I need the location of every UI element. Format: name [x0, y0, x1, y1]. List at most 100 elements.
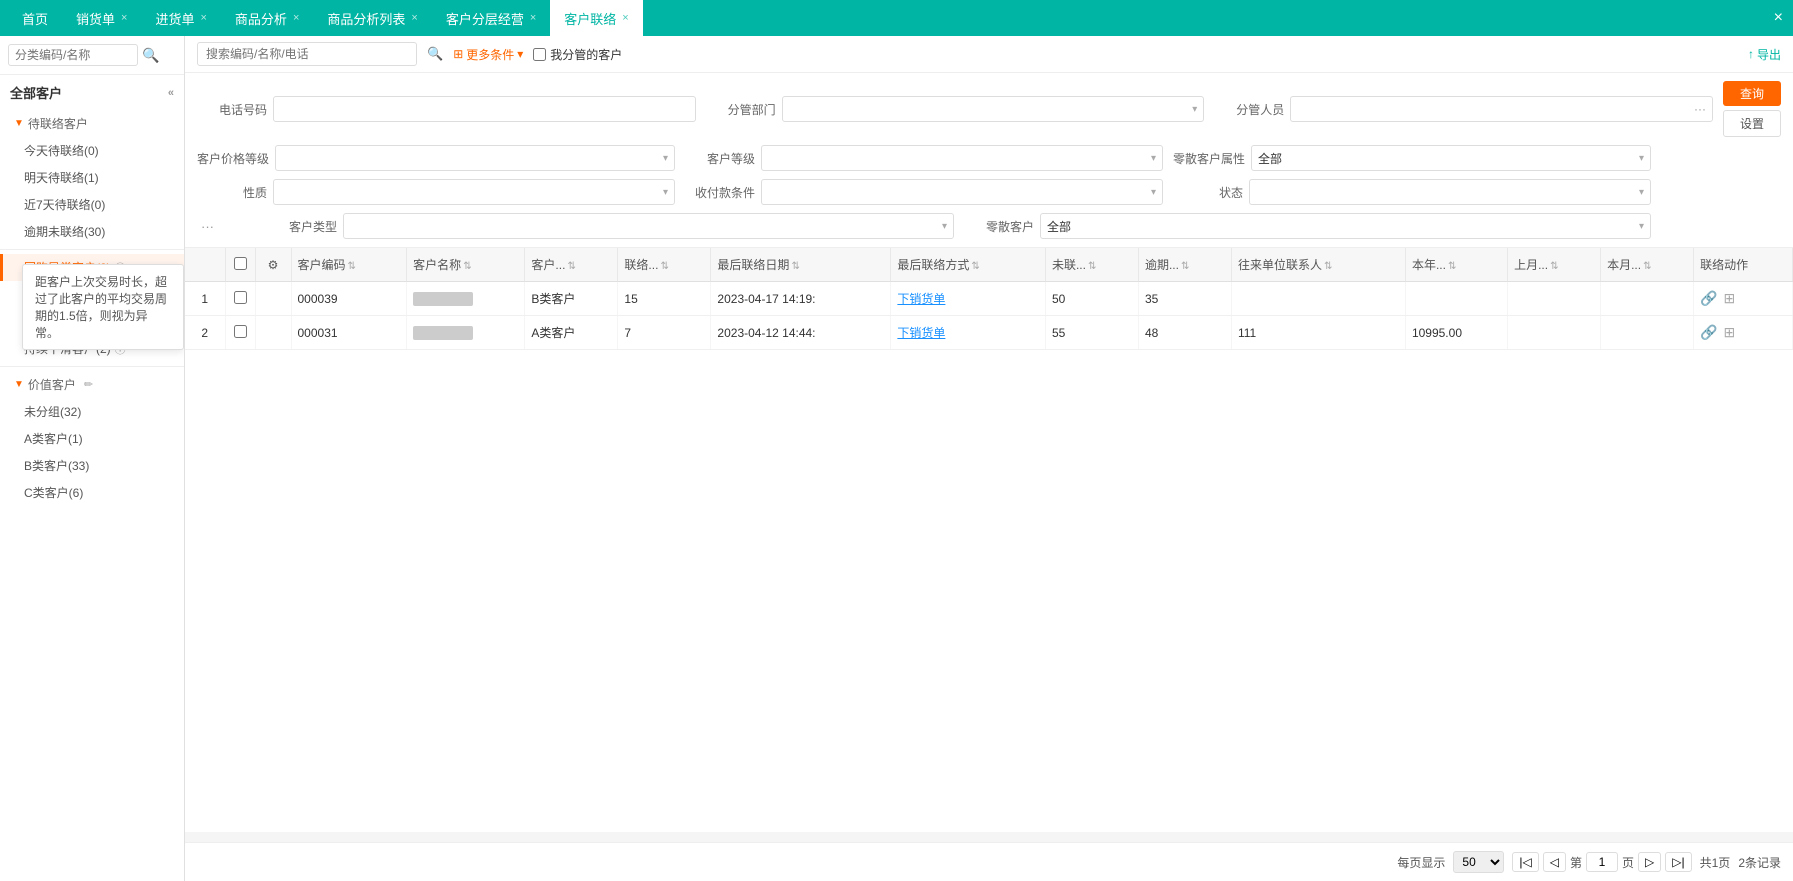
contact-link-icon[interactable]: 🔗 — [1700, 290, 1717, 307]
query-button[interactable]: 查询 — [1723, 81, 1781, 106]
sort-icon[interactable]: ⇅ — [1448, 261, 1456, 272]
export-button[interactable]: ↑ 导出 — [1748, 46, 1781, 63]
page-number-input[interactable] — [1586, 852, 1618, 872]
my-customer-checkbox[interactable] — [533, 48, 546, 61]
sidebar-item-c-class[interactable]: C类客户(6) — [0, 479, 184, 506]
sidebar-item-overdue-uncontacted[interactable]: 逾期未联络(30) — [0, 218, 184, 245]
sort-icon[interactable]: ⇅ — [463, 261, 471, 272]
sort-icon[interactable]: ⇅ — [1181, 261, 1189, 272]
prev-page-button[interactable]: ◁ — [1543, 852, 1566, 872]
retail-customer-select[interactable]: 全部 ▾ — [1040, 213, 1651, 239]
page-size-select[interactable]: 50 100 200 — [1453, 851, 1504, 873]
my-customer-filter[interactable]: 我分管的客户 — [533, 46, 622, 63]
sidebar-item-ungrouped[interactable]: 未分组(32) — [0, 398, 184, 425]
status-select[interactable]: ▾ — [1249, 179, 1651, 205]
pending-contact-group: ▼ 待联络客户 今天待联络(0) 明天待联络(1) 近7天待联络(0) 逾期未联… — [0, 110, 184, 245]
sort-icon[interactable]: ⇅ — [660, 261, 668, 272]
sidebar-item-7days-pending[interactable]: 近7天待联络(0) — [0, 191, 184, 218]
dept-field: 分管部门 ▾ — [706, 96, 1205, 122]
phone-input[interactable] — [273, 96, 696, 122]
price-level-select[interactable]: ▾ — [275, 145, 675, 171]
dots-icon[interactable]: ··· — [1694, 102, 1706, 116]
select-all-checkbox[interactable] — [234, 257, 247, 270]
close-icon[interactable]: × — [622, 12, 628, 24]
edit-icon[interactable]: ✏ — [84, 378, 93, 391]
row-number: 2 — [185, 316, 225, 350]
sort-icon[interactable]: ⇅ — [567, 261, 575, 272]
chevron-down-icon: ▾ — [1639, 221, 1644, 232]
last-contact-method[interactable]: 下销货单 — [891, 282, 1046, 316]
customer-type-select[interactable]: ▾ — [343, 213, 954, 239]
nav-customer-segmentation[interactable]: 客户分层经营 × — [432, 0, 550, 36]
last-page-button[interactable]: ▷| — [1665, 852, 1691, 872]
col-header-no — [185, 248, 225, 282]
horizontal-scrollbar[interactable] — [185, 832, 1793, 842]
row-checkbox[interactable] — [234, 291, 247, 304]
payment-select[interactable]: ▾ — [761, 179, 1163, 205]
close-icon[interactable]: × — [121, 12, 127, 24]
dept-select[interactable]: ▾ — [782, 96, 1205, 122]
last-contact-method[interactable]: 下销货单 — [891, 316, 1046, 350]
sort-icon[interactable]: ⇅ — [971, 261, 979, 272]
sort-icon[interactable]: ⇅ — [791, 261, 799, 272]
customer-name[interactable] — [407, 282, 525, 316]
sidebar-search-input[interactable] — [8, 44, 138, 66]
qr-icon[interactable]: ⊞ — [1724, 290, 1736, 307]
close-icon[interactable]: × — [530, 12, 536, 24]
sort-icon[interactable]: ⇅ — [348, 261, 356, 272]
action-cell: 🔗 ⊞ — [1694, 316, 1793, 350]
sidebar-item-a-class[interactable]: A类客户(1) — [0, 425, 184, 452]
row-checkbox-cell[interactable] — [225, 316, 255, 350]
nav-home[interactable]: 首页 — [8, 0, 62, 36]
nav-sales-order[interactable]: 销货单 × — [62, 0, 141, 36]
sort-icon[interactable]: ⇅ — [1088, 261, 1096, 272]
more-options-dots[interactable]: ··· — [201, 219, 214, 234]
col-header-checkbox[interactable] — [225, 248, 255, 282]
retail-customer-field: 零散客户 全部 ▾ — [964, 213, 1651, 239]
close-icon[interactable]: × — [200, 12, 206, 24]
qr-icon[interactable]: ⊞ — [1724, 324, 1736, 341]
row-checkbox-cell[interactable] — [225, 282, 255, 316]
close-icon[interactable]: × — [411, 12, 417, 24]
sort-icon[interactable]: ⇅ — [1643, 261, 1651, 272]
first-page-button[interactable]: |◁ — [1512, 852, 1538, 872]
blurred-name — [413, 326, 473, 340]
window-close-button[interactable]: × — [1774, 9, 1783, 27]
nature-field: 性质 ▾ — [197, 179, 675, 205]
contact-link-icon[interactable]: 🔗 — [1700, 324, 1717, 341]
this-month-amount — [1601, 282, 1694, 316]
more-conditions-button[interactable]: ⊞ 更多条件 ▾ — [453, 46, 523, 63]
customer-search-input[interactable] — [197, 42, 417, 66]
customer-level-select[interactable]: ▾ — [761, 145, 1163, 171]
filter-row-1: 电话号码 分管部门 ▾ 分管人员 ··· — [197, 81, 1781, 137]
sidebar-item-b-class[interactable]: B类客户(33) — [0, 452, 184, 479]
collapse-icon[interactable]: « — [168, 87, 174, 99]
sidebar-item-today-pending[interactable]: 今天待联络(0) — [0, 137, 184, 164]
pending-contact-group-title[interactable]: ▼ 待联络客户 — [0, 110, 184, 137]
chevron-down-icon: ▾ — [1151, 187, 1156, 198]
close-icon[interactable]: × — [293, 12, 299, 24]
nav-product-analysis[interactable]: 商品分析 × — [221, 0, 313, 36]
person-field: 分管人员 ··· — [1214, 96, 1713, 122]
col-header-type: 客户...⇅ — [525, 248, 618, 282]
sidebar-item-tomorrow-pending[interactable]: 明天待联络(1) — [0, 164, 184, 191]
settings-button[interactable]: 设置 — [1723, 110, 1781, 137]
person-select[interactable]: ··· — [1290, 96, 1713, 122]
filter-rows: 电话号码 分管部门 ▾ 分管人员 ··· — [185, 73, 1793, 248]
uncontacted-days: 50 — [1045, 282, 1138, 316]
customer-name[interactable] — [407, 316, 525, 350]
next-page-button[interactable]: ▷ — [1638, 852, 1661, 872]
sort-icon[interactable]: ⇅ — [1324, 261, 1332, 272]
search-button[interactable]: 🔍 — [427, 46, 443, 62]
col-header-settings[interactable]: ⚙ — [255, 248, 291, 282]
nav-customer-contact[interactable]: 客户联络 × — [550, 0, 642, 36]
nav-purchase-order[interactable]: 进货单 × — [141, 0, 220, 36]
row-checkbox[interactable] — [234, 325, 247, 338]
sidebar-search-button[interactable]: 🔍 — [142, 47, 159, 64]
page-label: 第 — [1570, 854, 1582, 871]
value-customers-group-title[interactable]: ▼ 价值客户 ✏ — [0, 371, 184, 398]
nature-select[interactable]: ▾ — [273, 179, 675, 205]
retail-attr-select[interactable]: 全部 ▾ — [1251, 145, 1651, 171]
sort-icon[interactable]: ⇅ — [1550, 261, 1558, 272]
nav-product-analysis-list[interactable]: 商品分析列表 × — [313, 0, 431, 36]
